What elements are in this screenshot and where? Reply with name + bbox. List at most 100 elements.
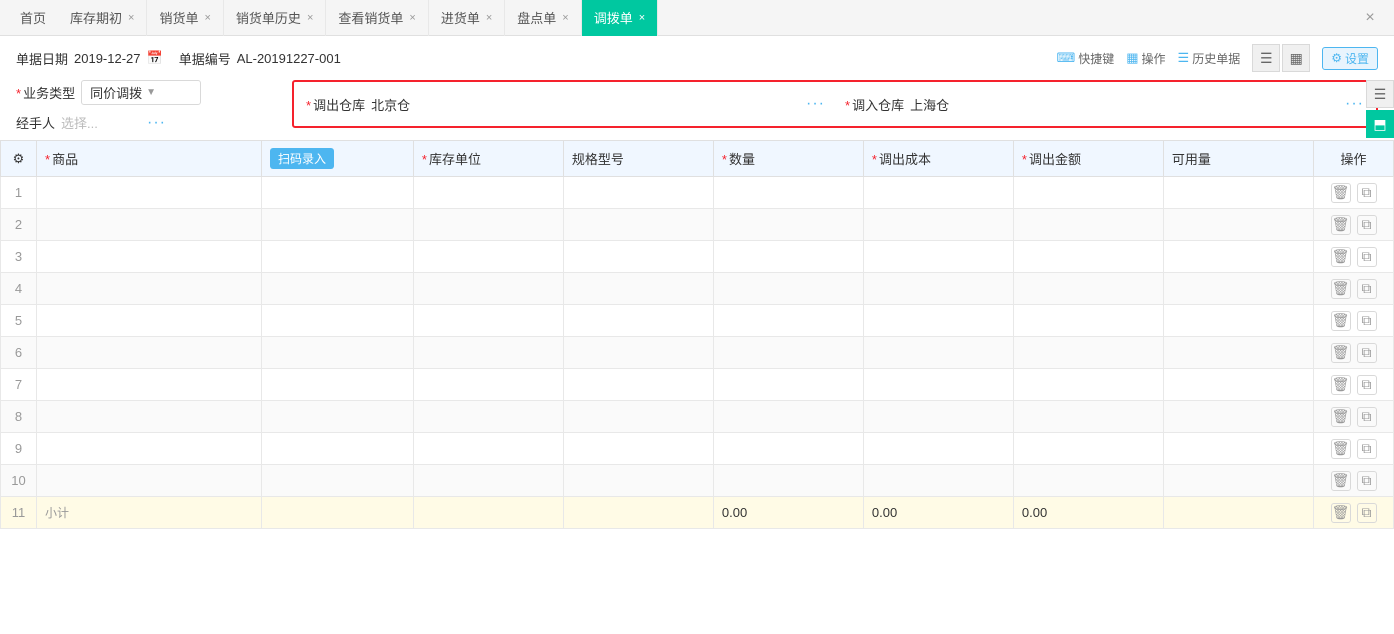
spec-cell-3[interactable] [563, 241, 713, 273]
amount-cell-1[interactable] [1013, 177, 1163, 209]
amount-cell-2[interactable] [1013, 209, 1163, 241]
product-cell-9[interactable] [37, 433, 262, 465]
product-cell-4[interactable] [37, 273, 262, 305]
tab-close-sales-order[interactable]: × [204, 12, 210, 24]
cost-cell-9[interactable] [863, 433, 1013, 465]
shortcut-action[interactable]: ⌨ 快捷键 [1056, 50, 1114, 67]
tab-sales-order[interactable]: 销货单 × [147, 0, 223, 36]
tab-inventory-init[interactable]: 库存期初 × [58, 0, 147, 36]
handler-more-btn[interactable]: ··· [147, 114, 166, 132]
unit-cell-5[interactable] [413, 305, 563, 337]
tab-transfer-order[interactable]: 调拨单 × [582, 0, 658, 36]
qty-cell-7[interactable] [713, 369, 863, 401]
layout-list-btn[interactable]: ☰ [1252, 44, 1280, 72]
tab-view-sales[interactable]: 查看销货单 × [326, 0, 428, 36]
cost-cell-7[interactable] [863, 369, 1013, 401]
delete-icon-5[interactable]: 🗑 [1331, 311, 1351, 331]
unit-cell-10[interactable] [413, 465, 563, 497]
product-cell-7[interactable] [37, 369, 262, 401]
product-cell-2[interactable] [37, 209, 262, 241]
cost-cell-1[interactable] [863, 177, 1013, 209]
spec-cell-9[interactable] [563, 433, 713, 465]
copy-icon-2[interactable]: ⧉ [1357, 215, 1377, 235]
sidebar-list-btn[interactable]: ☰ [1366, 80, 1394, 108]
cost-cell-3[interactable] [863, 241, 1013, 273]
scan-button[interactable]: 扫码录入 [270, 148, 334, 169]
delete-icon-9[interactable]: 🗑 [1331, 439, 1351, 459]
spec-cell-5[interactable] [563, 305, 713, 337]
biz-type-dropdown[interactable]: 同价调拨 ▼ [81, 80, 201, 105]
qty-cell-10[interactable] [713, 465, 863, 497]
amount-cell-7[interactable] [1013, 369, 1163, 401]
delete-icon-10[interactable]: 🗑 [1331, 471, 1351, 491]
amount-cell-6[interactable] [1013, 337, 1163, 369]
unit-cell-7[interactable] [413, 369, 563, 401]
spec-cell-8[interactable] [563, 401, 713, 433]
qty-cell-4[interactable] [713, 273, 863, 305]
qty-cell-3[interactable] [713, 241, 863, 273]
amount-cell-5[interactable] [1013, 305, 1163, 337]
unit-cell-1[interactable] [413, 177, 563, 209]
sidebar-expand-btn[interactable]: ⬒ [1366, 110, 1394, 138]
delete-icon-1[interactable]: 🗑 [1331, 183, 1351, 203]
amount-cell-8[interactable] [1013, 401, 1163, 433]
tab-close-sales-history[interactable]: × [307, 12, 313, 24]
spec-cell-2[interactable] [563, 209, 713, 241]
copy-icon-3[interactable]: ⧉ [1357, 247, 1377, 267]
amount-cell-9[interactable] [1013, 433, 1163, 465]
product-cell-8[interactable] [37, 401, 262, 433]
qty-cell-6[interactable] [713, 337, 863, 369]
tab-sales-history[interactable]: 销货单历史 × [224, 0, 326, 36]
unit-cell-8[interactable] [413, 401, 563, 433]
history-action[interactable]: ☰ 历史单据 [1178, 50, 1241, 67]
tab-close-inventory-count[interactable]: × [562, 12, 568, 24]
tab-close-inventory-init[interactable]: × [128, 12, 134, 24]
product-cell-1[interactable] [37, 177, 262, 209]
spec-cell-6[interactable] [563, 337, 713, 369]
amount-cell-10[interactable] [1013, 465, 1163, 497]
tab-inventory-count[interactable]: 盘点单 × [505, 0, 581, 36]
copy-icon[interactable]: ⧉ [1357, 503, 1377, 523]
delete-icon-8[interactable]: 🗑 [1331, 407, 1351, 427]
delete-icon-3[interactable]: 🗑 [1331, 247, 1351, 267]
copy-icon-6[interactable]: ⧉ [1357, 343, 1377, 363]
calendar-icon[interactable]: 📅 [147, 50, 163, 66]
copy-icon-5[interactable]: ⧉ [1357, 311, 1377, 331]
unit-cell-2[interactable] [413, 209, 563, 241]
copy-icon-1[interactable]: ⧉ [1357, 183, 1377, 203]
in-warehouse-more-btn[interactable]: ··· [1345, 95, 1364, 113]
operation-action[interactable]: ▦ 操作 [1126, 50, 1165, 67]
window-close-button[interactable]: × [1354, 2, 1386, 34]
cost-cell-5[interactable] [863, 305, 1013, 337]
settings-button[interactable]: ⚙ 设置 [1322, 47, 1378, 70]
qty-cell-2[interactable] [713, 209, 863, 241]
unit-cell-6[interactable] [413, 337, 563, 369]
layout-grid-btn[interactable]: ▦ [1282, 44, 1310, 72]
product-cell-3[interactable] [37, 241, 262, 273]
copy-icon-9[interactable]: ⧉ [1357, 439, 1377, 459]
spec-cell-10[interactable] [563, 465, 713, 497]
unit-cell-4[interactable] [413, 273, 563, 305]
cost-cell-4[interactable] [863, 273, 1013, 305]
delete-icon-2[interactable]: 🗑 [1331, 215, 1351, 235]
cost-cell-10[interactable] [863, 465, 1013, 497]
product-cell-10[interactable] [37, 465, 262, 497]
qty-cell-9[interactable] [713, 433, 863, 465]
tab-purchase-order[interactable]: 进货单 × [429, 0, 505, 36]
delete-icon-4[interactable]: 🗑 [1331, 279, 1351, 299]
copy-icon-8[interactable]: ⧉ [1357, 407, 1377, 427]
out-warehouse-more-btn[interactable]: ··· [806, 95, 825, 113]
delete-icon[interactable]: 🗑 [1331, 503, 1351, 523]
handler-placeholder[interactable]: 选择... [61, 113, 141, 132]
amount-cell-3[interactable] [1013, 241, 1163, 273]
tab-home[interactable]: 首页 [8, 0, 58, 36]
copy-icon-4[interactable]: ⧉ [1357, 279, 1377, 299]
tab-close-view-sales[interactable]: × [409, 12, 415, 24]
tab-close-transfer-order[interactable]: × [639, 12, 645, 24]
delete-icon-7[interactable]: 🗑 [1331, 375, 1351, 395]
col-gear[interactable]: ⚙ [1, 141, 37, 177]
product-cell-6[interactable] [37, 337, 262, 369]
qty-cell-1[interactable] [713, 177, 863, 209]
amount-cell-4[interactable] [1013, 273, 1163, 305]
spec-cell-1[interactable] [563, 177, 713, 209]
